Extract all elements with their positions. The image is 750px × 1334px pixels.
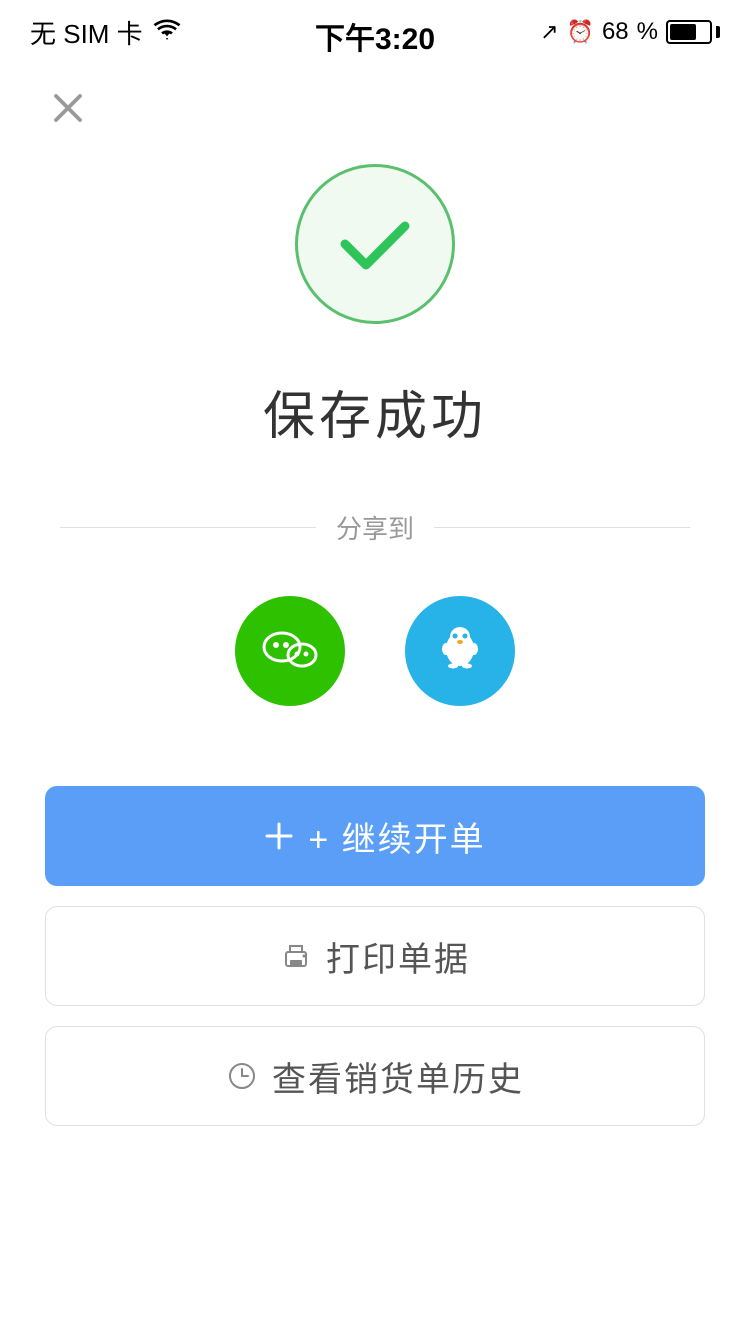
share-label: 分享到 (316, 509, 434, 546)
check-icon (330, 199, 420, 289)
success-circle (295, 164, 455, 324)
share-divider: 分享到 (0, 509, 750, 546)
continue-button[interactable]: + 继续开单 (45, 786, 705, 886)
qq-share-button[interactable] (405, 596, 515, 706)
carrier-text: 无 SIM 卡 (30, 14, 143, 51)
battery-percent: 68 (602, 18, 629, 46)
qq-icon (428, 619, 492, 683)
success-title: 保存成功 (263, 374, 487, 449)
print-button[interactable]: 打印单据 (45, 906, 705, 1006)
wechat-icon (258, 619, 322, 683)
status-time: 下午3:20 (315, 14, 435, 58)
battery-indicator (666, 20, 720, 44)
main-content: 保存成功 分享到 (0, 64, 750, 1126)
action-buttons: + 继续开单 打印单据 查看销货单历史 (45, 786, 705, 1126)
history-label: 查看销货单历史 (272, 1052, 524, 1101)
status-left: 无 SIM 卡 (30, 14, 181, 51)
status-right: ↗ ⏰ 68 % (540, 18, 720, 46)
print-label: 打印单据 (326, 932, 470, 981)
divider-right (434, 527, 690, 528)
share-icons-row (235, 596, 515, 706)
print-icon (280, 940, 312, 972)
status-bar: 无 SIM 卡 下午3:20 ↗ ⏰ 68 % (0, 0, 750, 64)
plus-icon (264, 821, 294, 851)
close-button[interactable] (40, 80, 96, 136)
location-icon: ↗ (540, 19, 558, 45)
alarm-icon: ⏰ (567, 19, 594, 45)
wechat-share-button[interactable] (235, 596, 345, 706)
divider-left (60, 527, 316, 528)
wifi-icon (153, 17, 181, 48)
battery-percent-sign: % (637, 18, 658, 46)
continue-label: + 继续开单 (308, 812, 485, 861)
history-button[interactable]: 查看销货单历史 (45, 1026, 705, 1126)
history-icon (226, 1060, 258, 1092)
